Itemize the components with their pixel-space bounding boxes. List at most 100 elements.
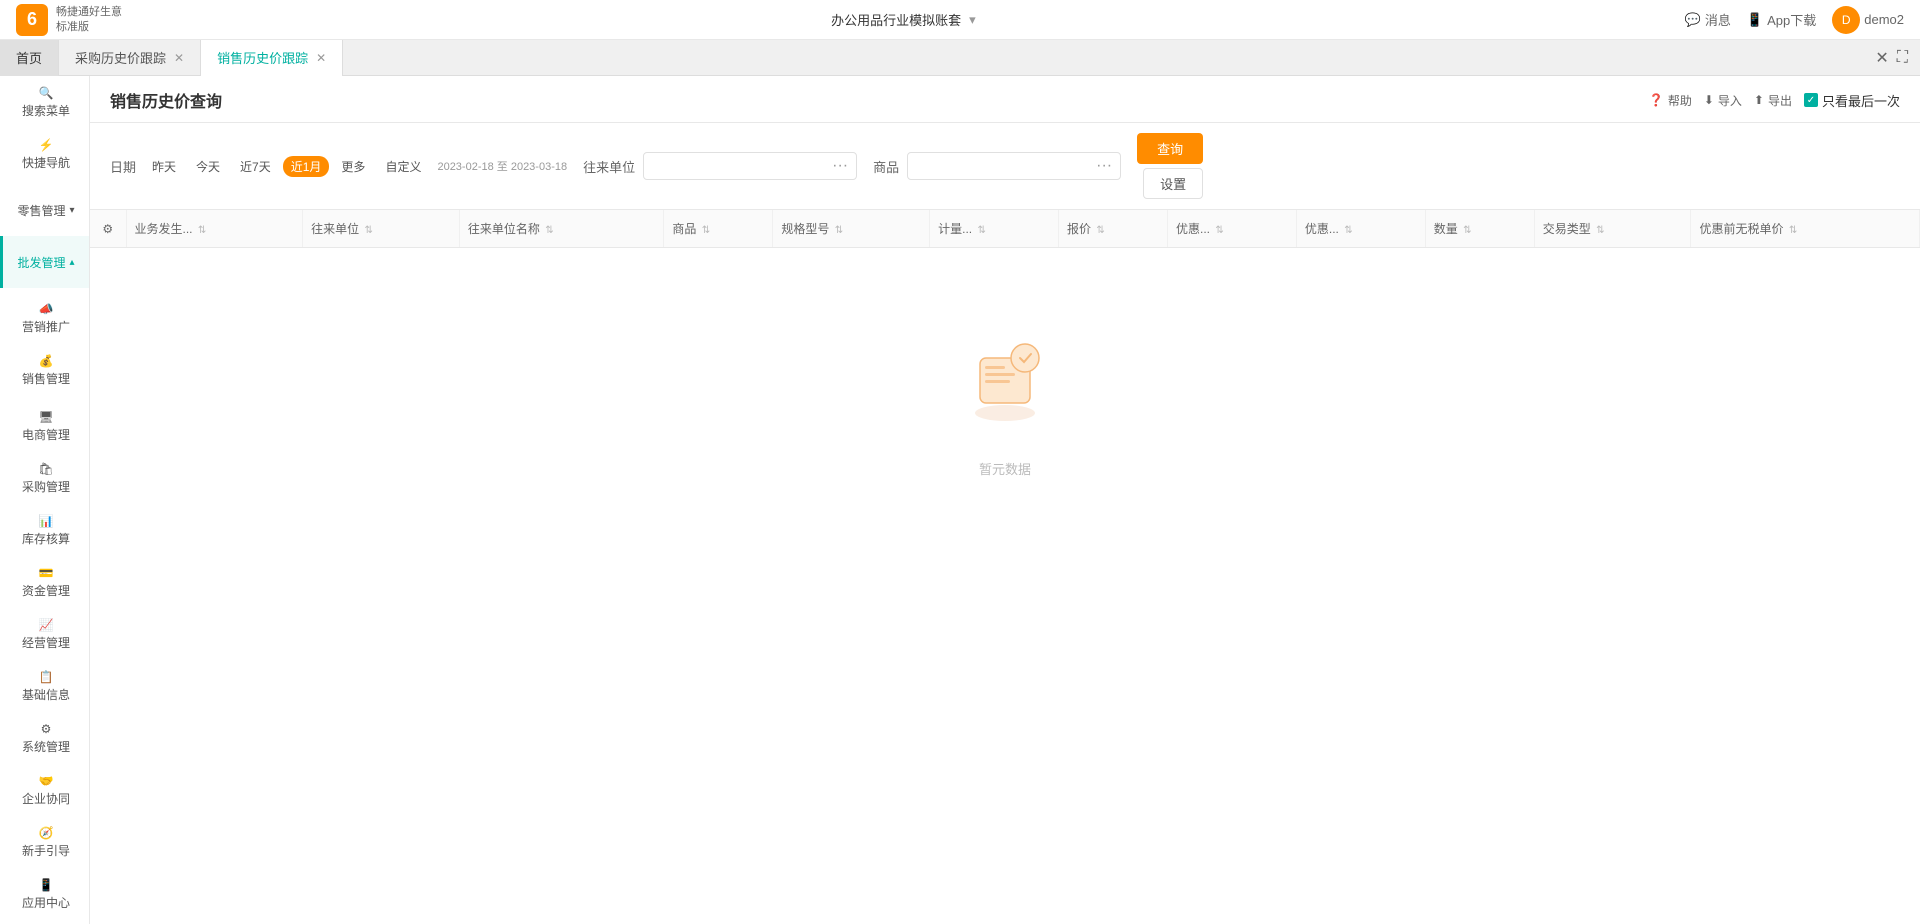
sort-icon-quantity: ⇅ [1463, 225, 1471, 236]
col-quantity[interactable]: 数量 ⇅ [1425, 210, 1534, 248]
sidebar-item-system[interactable]: ⚙ 系统管理 [0, 712, 89, 764]
col-partner-name[interactable]: 往来单位名称 ⇅ [459, 210, 664, 248]
purchase-mgmt-icon: 🛍 [38, 462, 53, 476]
logo-text: 畅捷通好生意 标准版 [56, 5, 122, 34]
col-unit[interactable]: 计量... ⇅ [930, 210, 1059, 248]
partner-input-wrap: ··· [643, 152, 857, 180]
tab-sales-close[interactable]: ✕ [316, 51, 326, 65]
tab-purchase-close[interactable]: ✕ [174, 51, 184, 65]
tab-close-all-btn[interactable]: ✕ [1875, 48, 1888, 68]
business-icon: 📈 [39, 618, 54, 632]
tab-sales[interactable]: 销售历史价跟踪 ✕ [201, 40, 343, 76]
empty-state: 暂元数据 [90, 248, 1920, 558]
product-filter-group: 商品 ··· [873, 152, 1121, 180]
page-actions: ❓ 帮助 ⬇ 导入 ⬆ 导出 ✓ 只看最后一次 [1649, 91, 1900, 110]
table-area: ⚙ 业务发生... ⇅ 往来单位 ⇅ 往来单位名称 ⇅ [90, 210, 1920, 924]
product-dots[interactable]: ··· [1096, 157, 1112, 175]
sidebar-item-retail[interactable]: 零售管理 ▾ [0, 184, 89, 236]
export-btn[interactable]: ⬆ 导出 [1754, 92, 1792, 109]
import-btn[interactable]: ⬇ 导入 [1704, 92, 1742, 109]
tab-maximize-btn[interactable]: ⛶ [1897, 49, 1908, 67]
sidebar-item-search[interactable]: 🔍 搜索菜单 [0, 76, 89, 128]
user-avatar-area[interactable]: D demo2 [1832, 6, 1904, 34]
top-bar-right: 💬 消息 📱 App下载 D demo2 [1685, 6, 1904, 34]
product-filter-label: 商品 [873, 157, 899, 176]
sort-icon-partner-name: ⇅ [545, 225, 553, 236]
col-gear[interactable]: ⚙ [90, 210, 126, 248]
export-icon: ⬆ [1754, 93, 1764, 107]
sidebar-item-ecommerce[interactable]: 🖥 电商管理 [0, 400, 89, 452]
col-biz-date[interactable]: 业务发生... ⇅ [126, 210, 303, 248]
date-btn-1month[interactable]: 近1月 [283, 156, 330, 177]
sidebar-item-wholesale[interactable]: 批发管理 ▴ [0, 236, 89, 288]
date-buttons: 昨天 今天 近7天 近1月 更多 自定义 [144, 156, 429, 177]
date-btn-custom[interactable]: 自定义 [377, 156, 429, 177]
quick-nav-icon: ⚡ [39, 138, 54, 152]
app-icon: 📱 [1747, 12, 1763, 28]
sidebar-item-marketing[interactable]: 📣 营销推广 [0, 292, 89, 344]
col-quote[interactable]: 报价 ⇅ [1059, 210, 1168, 248]
tab-home[interactable]: 首页 [0, 40, 59, 76]
sidebar-item-purchase-mgmt[interactable]: 🛍 采购管理 [0, 452, 89, 504]
sidebar-item-business[interactable]: 📈 经营管理 [0, 608, 89, 660]
col-discount1[interactable]: 优惠... ⇅ [1167, 210, 1296, 248]
tab-purchase[interactable]: 采购历史价跟踪 ✕ [59, 40, 201, 76]
sidebar-item-quick-nav[interactable]: ⚡ 快捷导航 [0, 128, 89, 180]
partner-filter-group: 往来单位 ··· [583, 152, 857, 180]
sales-mgmt-icon: 💰 [39, 354, 54, 368]
col-spec[interactable]: 规格型号 ⇅ [773, 210, 930, 248]
sidebar-item-inventory[interactable]: 📊 库存核算 [0, 504, 89, 556]
date-btn-yesterday[interactable]: 昨天 [144, 156, 184, 177]
col-pretax[interactable]: 优惠前无税单价 ⇅ [1691, 210, 1920, 248]
date-range-text: 2023-02-18 至 2023-03-18 [437, 158, 567, 174]
filter-bar: 日期 昨天 今天 近7天 近1月 更多 自定义 2023-02-18 至 202… [90, 123, 1920, 210]
sort-icon-discount1: ⇅ [1215, 225, 1223, 236]
col-product[interactable]: 商品 ⇅ [664, 210, 773, 248]
empty-text: 暂元数据 [979, 459, 1031, 478]
date-btn-today[interactable]: 今天 [188, 156, 228, 177]
partner-input[interactable] [652, 159, 828, 174]
date-filter-group: 日期 昨天 今天 近7天 近1月 更多 自定义 2023-02-18 至 202… [110, 156, 567, 177]
basic-icon: 📋 [39, 670, 54, 684]
username-label: demo2 [1864, 12, 1904, 27]
sort-icon-biz-date: ⇅ [198, 225, 206, 236]
sidebar-item-enterprise[interactable]: 🤝 企业协同 [0, 764, 89, 816]
sidebar-item-guide[interactable]: 🧭 新手引导 [0, 816, 89, 868]
page-title: 销售历史价查询 [110, 88, 222, 112]
help-icon: ❓ [1649, 93, 1664, 107]
page-title-row: 销售历史价查询 ❓ 帮助 ⬇ 导入 ⬆ 导出 ✓ [110, 88, 1900, 112]
app-center-icon: 📱 [39, 878, 54, 892]
query-button[interactable]: 查询 [1137, 133, 1203, 164]
date-btn-more[interactable]: 更多 [333, 156, 373, 177]
sidebar: 🔍 搜索菜单 ⚡ 快捷导航 零售管理 ▾ 批发管理 ▴ 📣 营销推广 💰 销售管… [0, 76, 90, 924]
inventory-icon: 📊 [39, 514, 54, 528]
sidebar-item-wechat[interactable]: 💬 企业微信 [0, 920, 89, 924]
col-partner-code[interactable]: 往来单位 ⇅ [303, 210, 460, 248]
col-trade-type[interactable]: 交易类型 ⇅ [1534, 210, 1691, 248]
message-icon: 💬 [1685, 12, 1701, 28]
table-header-row: ⚙ 业务发生... ⇅ 往来单位 ⇅ 往来单位名称 ⇅ [90, 210, 1920, 248]
app-download-btn[interactable]: 📱 App下载 [1747, 10, 1816, 29]
data-table: ⚙ 业务发生... ⇅ 往来单位 ⇅ 往来单位名称 ⇅ [90, 210, 1920, 248]
dropdown-icon[interactable]: ▾ [969, 12, 976, 28]
settings-button[interactable]: 设置 [1143, 168, 1203, 199]
sidebar-item-basic[interactable]: 📋 基础信息 [0, 660, 89, 712]
partner-dots[interactable]: ··· [832, 157, 848, 175]
date-btn-7days[interactable]: 近7天 [232, 156, 279, 177]
sort-icon-product: ⇅ [702, 225, 710, 236]
only-last-checkbox[interactable]: ✓ [1804, 93, 1818, 107]
product-input[interactable] [916, 159, 1092, 174]
sidebar-item-sales-mgmt[interactable]: 💰 销售管理 [0, 344, 89, 396]
empty-svg [955, 328, 1055, 428]
message-btn[interactable]: 💬 消息 [1685, 10, 1731, 29]
sidebar-item-finance[interactable]: 💳 资金管理 [0, 556, 89, 608]
only-last-wrap[interactable]: ✓ 只看最后一次 [1804, 91, 1900, 110]
tab-bar-actions: ✕ ⛶ [1863, 48, 1920, 68]
sort-icon-spec: ⇅ [835, 225, 843, 236]
finance-icon: 💳 [39, 566, 54, 580]
sidebar-item-app-center[interactable]: 📱 应用中心 [0, 868, 89, 920]
enterprise-icon: 🤝 [39, 774, 54, 788]
help-btn[interactable]: ❓ 帮助 [1649, 92, 1692, 109]
marketing-icon: 📣 [39, 302, 54, 316]
col-discount2[interactable]: 优惠... ⇅ [1296, 210, 1425, 248]
